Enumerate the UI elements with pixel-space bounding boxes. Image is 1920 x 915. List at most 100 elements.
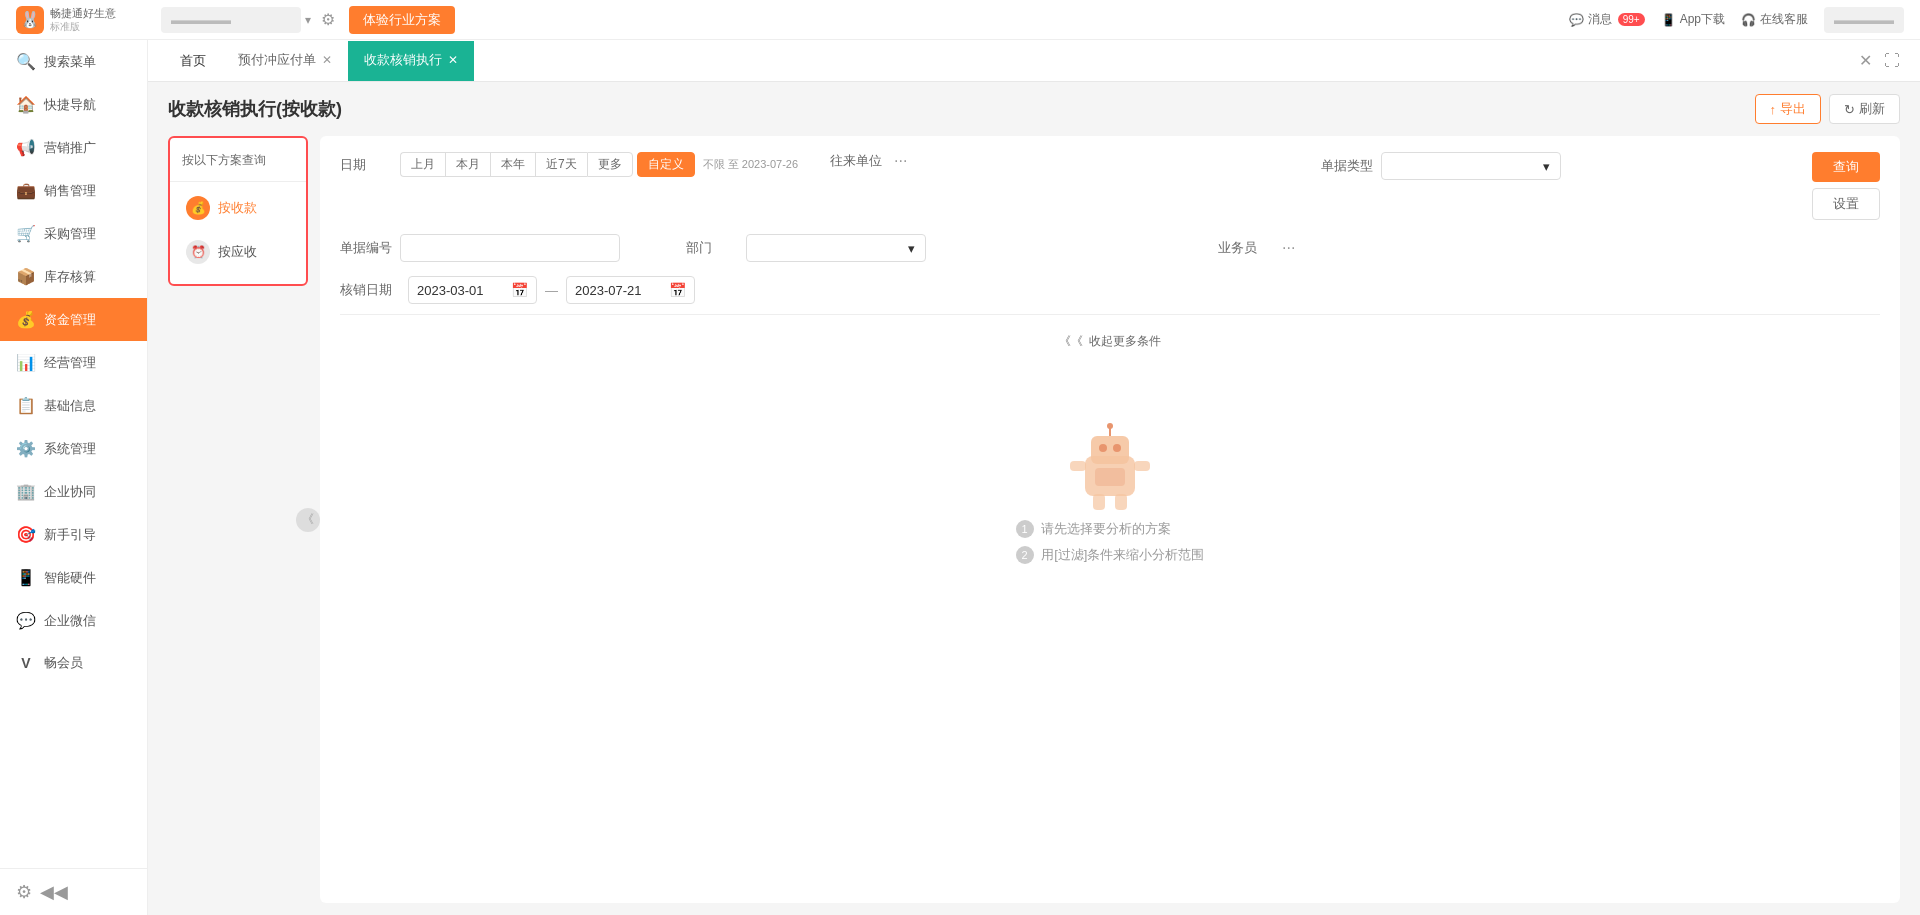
dept-select-arrow: ▾: [908, 241, 915, 256]
collapse-icon: 《《: [1059, 333, 1083, 350]
action-buttons: 查询 设置: [1812, 152, 1880, 220]
tab-collection-close[interactable]: ✕: [448, 54, 458, 66]
company-name[interactable]: ▬▬▬▬▬: [161, 7, 301, 33]
tab-prepay-close[interactable]: ✕: [322, 54, 332, 66]
sidebar-item-basic-info[interactable]: 📋 基础信息: [0, 384, 147, 427]
sidebar-item-management[interactable]: 📊 经营管理: [0, 341, 147, 384]
close-tab-icon[interactable]: ✕: [1855, 47, 1876, 74]
finance-icon: 💰: [16, 310, 36, 329]
inventory-icon: 📦: [16, 267, 36, 286]
doc-no-label: 单据编号: [340, 239, 392, 257]
sidebar-item-system[interactable]: ⚙️ 系统管理: [0, 427, 147, 470]
logo-text: 畅捷通好生意 标准版: [50, 6, 116, 33]
svg-rect-7: [1134, 461, 1150, 471]
sidebar-item-marketing[interactable]: 📢 营销推广: [0, 126, 147, 169]
refresh-button[interactable]: ↻ 刷新: [1829, 94, 1900, 124]
dept-label: 部门: [686, 239, 738, 257]
doc-type-select[interactable]: ▾: [1381, 152, 1561, 180]
filter-panel-wrapper: 按以下方案查询 💰 按收款 ⏰ 按应收 《: [168, 136, 308, 903]
query-area: 日期 上月 本月 本年 近7天 更多 自定义 不限 至 2023-07-26 往…: [320, 136, 1900, 903]
page-title: 收款核销执行(按收款): [168, 97, 342, 121]
dept-select[interactable]: ▾: [746, 234, 926, 262]
filter-by-receivable[interactable]: ⏰ 按应收: [170, 230, 306, 274]
verify-end-input[interactable]: [575, 283, 665, 298]
empty-state: 1 请先选择要分析的方案 2 用[过滤]条件来缩小分析范围: [340, 416, 1880, 568]
page-header: 收款核销执行(按收款) ↑ 导出 ↻ 刷新: [148, 82, 1920, 124]
wechat-icon: 💬: [16, 611, 36, 630]
sidebar-item-search[interactable]: 🔍 搜索菜单: [0, 40, 147, 83]
member-icon: V: [16, 655, 36, 671]
settings-icon[interactable]: ⚙: [321, 10, 335, 29]
chart-icon: 📊: [16, 353, 36, 372]
filter-by-collection[interactable]: 💰 按收款: [170, 186, 306, 230]
panel-collapse-button[interactable]: 《: [296, 508, 320, 532]
tab-collection[interactable]: 收款核销执行 ✕: [348, 41, 474, 81]
empty-illustration: [1055, 416, 1165, 516]
user-avatar[interactable]: ▬▬▬▬▬: [1824, 7, 1904, 33]
tab-bar: 首页 预付冲应付单 ✕ 收款核销执行 ✕ ✕ ⛶: [148, 40, 1920, 82]
date-separator: —: [545, 283, 558, 298]
tip-number-1: 1: [1016, 520, 1034, 538]
customer-service-item[interactable]: 🎧 在线客服: [1741, 11, 1808, 28]
industry-button[interactable]: 体验行业方案: [349, 6, 455, 34]
tab-prepay[interactable]: 预付冲应付单 ✕: [222, 41, 348, 81]
filter-panel-title: 按以下方案查询: [170, 148, 306, 177]
message-item[interactable]: 💬 消息 99+: [1569, 11, 1645, 28]
mobile-icon: 📱: [1661, 13, 1676, 27]
sales-icon: 💼: [16, 181, 36, 200]
app-download-item[interactable]: 📱 App下载: [1661, 11, 1725, 28]
query-button[interactable]: 查询: [1812, 152, 1880, 182]
collapse-sidebar-icon[interactable]: ◀◀: [40, 881, 68, 903]
start-cal-icon[interactable]: 📅: [511, 282, 528, 298]
svg-rect-8: [1093, 494, 1105, 510]
sidebar-item-hardware[interactable]: 📱 智能硬件: [0, 556, 147, 599]
empty-tips: 1 请先选择要分析的方案 2 用[过滤]条件来缩小分析范围: [1016, 516, 1205, 568]
sidebar-item-inventory[interactable]: 📦 库存核算: [0, 255, 147, 298]
date-btn-last-month[interactable]: 上月: [400, 152, 445, 177]
sidebar-item-sales[interactable]: 💼 销售管理: [0, 169, 147, 212]
sidebar-item-newbie[interactable]: 🎯 新手引导: [0, 513, 147, 556]
end-cal-icon[interactable]: 📅: [669, 282, 686, 298]
verify-end-date[interactable]: 📅: [566, 276, 695, 304]
date-btn-7days[interactable]: 近7天: [535, 152, 587, 177]
sidebar-bottom: ⚙ ◀◀: [0, 868, 147, 915]
verify-start-date[interactable]: 📅: [408, 276, 537, 304]
receivable-icon: ⏰: [186, 240, 210, 264]
salesperson-dots[interactable]: ···: [1278, 239, 1299, 257]
collab-icon: 🏢: [16, 482, 36, 501]
info-icon: 📋: [16, 396, 36, 415]
export-button[interactable]: ↑ 导出: [1755, 94, 1822, 124]
sidebar-item-member[interactable]: V 畅会员: [0, 642, 147, 684]
collapse-more-button[interactable]: 《《 收起更多条件: [1059, 327, 1161, 356]
hardware-icon: 📱: [16, 568, 36, 587]
expand-tab-icon[interactable]: ⛶: [1880, 48, 1904, 74]
date-btn-this-year[interactable]: 本年: [490, 152, 535, 177]
settings-button[interactable]: 设置: [1812, 188, 1880, 220]
date-btn-this-month[interactable]: 本月: [445, 152, 490, 177]
tab-home[interactable]: 首页: [164, 42, 222, 80]
message-icon: 💬: [1569, 13, 1584, 27]
content-body: 按以下方案查询 💰 按收款 ⏰ 按应收 《 日期 上月: [148, 124, 1920, 915]
svg-rect-1: [1091, 436, 1129, 464]
main-content: 首页 预付冲应付单 ✕ 收款核销执行 ✕ ✕ ⛶ 收款核销执行(按收款) ↑ 导…: [148, 40, 1920, 915]
doc-no-input[interactable]: [400, 234, 620, 262]
tab-controls: ✕ ⛶: [1855, 47, 1904, 74]
partner-dots[interactable]: ···: [890, 152, 911, 170]
marketing-icon: 📢: [16, 138, 36, 157]
svg-rect-9: [1115, 494, 1127, 510]
sidebar-item-wechat[interactable]: 💬 企业微信: [0, 599, 147, 642]
date-btn-custom[interactable]: 自定义: [637, 152, 695, 177]
chevron-down-icon[interactable]: ▾: [305, 13, 311, 27]
sidebar-item-nav[interactable]: 🏠 快捷导航: [0, 83, 147, 126]
refresh-icon: ↻: [1844, 102, 1855, 117]
date-range-text: 不限 至 2023-07-26: [703, 157, 798, 172]
sidebar-item-purchase[interactable]: 🛒 采购管理: [0, 212, 147, 255]
date-label: 日期: [340, 156, 392, 174]
sidebar-item-collab[interactable]: 🏢 企业协同: [0, 470, 147, 513]
verify-start-input[interactable]: [417, 283, 507, 298]
date-btn-more[interactable]: 更多: [587, 152, 633, 177]
gear-bottom-icon[interactable]: ⚙: [16, 881, 32, 903]
sidebar-item-finance[interactable]: 💰 资金管理: [0, 298, 147, 341]
collection-icon: 💰: [186, 196, 210, 220]
system-icon: ⚙️: [16, 439, 36, 458]
